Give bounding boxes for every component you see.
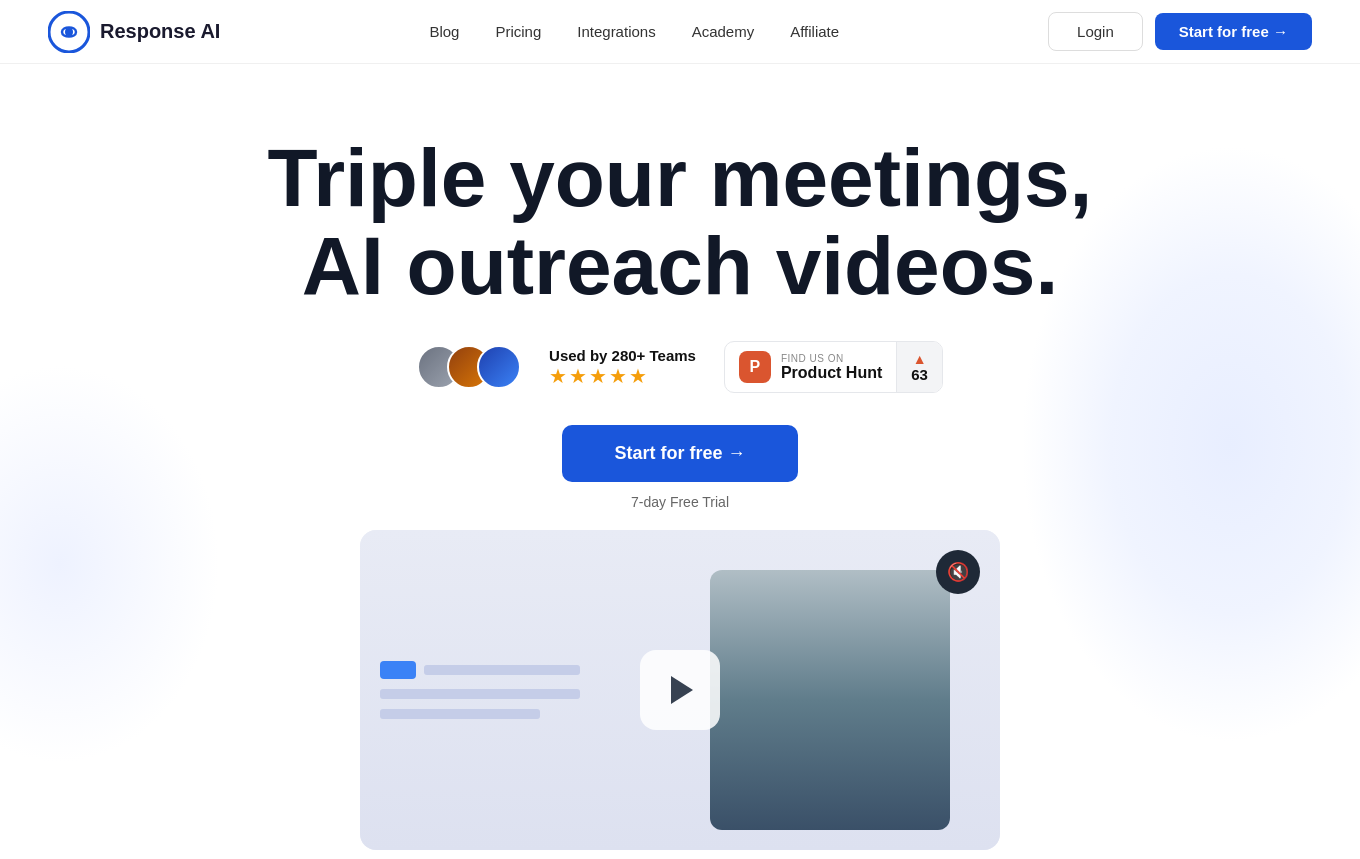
ph-votes: ▲ 63 [896, 342, 942, 392]
nav-academy[interactable]: Academy [692, 23, 755, 40]
hero-cta-button[interactable]: Start for free → [562, 425, 797, 482]
ph-name: Product Hunt [781, 364, 882, 382]
avatar [477, 345, 521, 389]
navigation: Response AI Blog Pricing Integrations Ac… [0, 0, 1360, 64]
hero-headline: Triple your meetings, AI outreach videos… [230, 134, 1130, 309]
svg-point-1 [65, 28, 73, 36]
cta-section: Start for free → [20, 425, 1340, 482]
mute-icon: 🔇 [947, 561, 969, 583]
video-preview-wrapper: 🔇 [360, 530, 1000, 850]
avatar-group [417, 345, 521, 389]
video-inner: 🔇 [360, 530, 1000, 850]
trial-text: 7-day Free Trial [20, 494, 1340, 510]
ph-find-us: FIND US ON [781, 353, 882, 364]
video-panel-left [380, 661, 580, 719]
start-free-button[interactable]: Start for free → [1155, 13, 1312, 50]
video-person-thumbnail [710, 570, 950, 830]
ph-text: FIND US ON Product Hunt [781, 353, 882, 382]
video-line [424, 665, 580, 675]
video-mute-button[interactable]: 🔇 [936, 550, 980, 594]
used-by-text: Used by 280+ Teams [549, 347, 696, 364]
ph-icon: P [739, 351, 771, 383]
logo-link[interactable]: Response AI [48, 11, 220, 53]
nav-actions: Login Start for free → [1048, 12, 1312, 51]
nav-blog[interactable]: Blog [429, 23, 459, 40]
video-line [380, 689, 580, 699]
hero-section: Triple your meetings, AI outreach videos… [0, 64, 1360, 859]
nav-integrations[interactable]: Integrations [577, 23, 655, 40]
video-row-2 [380, 689, 580, 699]
person-figure [710, 570, 950, 830]
video-row-3 [380, 709, 580, 719]
star-rating: ★★★★★ [549, 364, 696, 388]
ph-arrow: ▲ [913, 352, 927, 366]
nav-links: Blog Pricing Integrations Academy Affili… [429, 23, 839, 41]
bg-blob-left [0, 364, 220, 764]
used-by-block: Used by 280+ Teams ★★★★★ [549, 347, 696, 388]
video-row-1 [380, 661, 580, 679]
nav-affiliate[interactable]: Affiliate [790, 23, 839, 40]
ph-left: P FIND US ON Product Hunt [725, 351, 896, 383]
video-play-button[interactable] [640, 650, 720, 730]
product-hunt-badge[interactable]: P FIND US ON Product Hunt ▲ 63 [724, 341, 943, 393]
social-proof-row: Used by 280+ Teams ★★★★★ P FIND US ON Pr… [20, 341, 1340, 393]
login-button[interactable]: Login [1048, 12, 1143, 51]
play-triangle-icon [671, 676, 693, 704]
video-container: 🔇 [360, 530, 1000, 850]
logo-icon [48, 11, 90, 53]
video-tag [380, 661, 416, 679]
video-line [380, 709, 540, 719]
logo-text: Response AI [100, 20, 220, 43]
nav-pricing[interactable]: Pricing [495, 23, 541, 40]
ph-count: 63 [911, 366, 928, 383]
